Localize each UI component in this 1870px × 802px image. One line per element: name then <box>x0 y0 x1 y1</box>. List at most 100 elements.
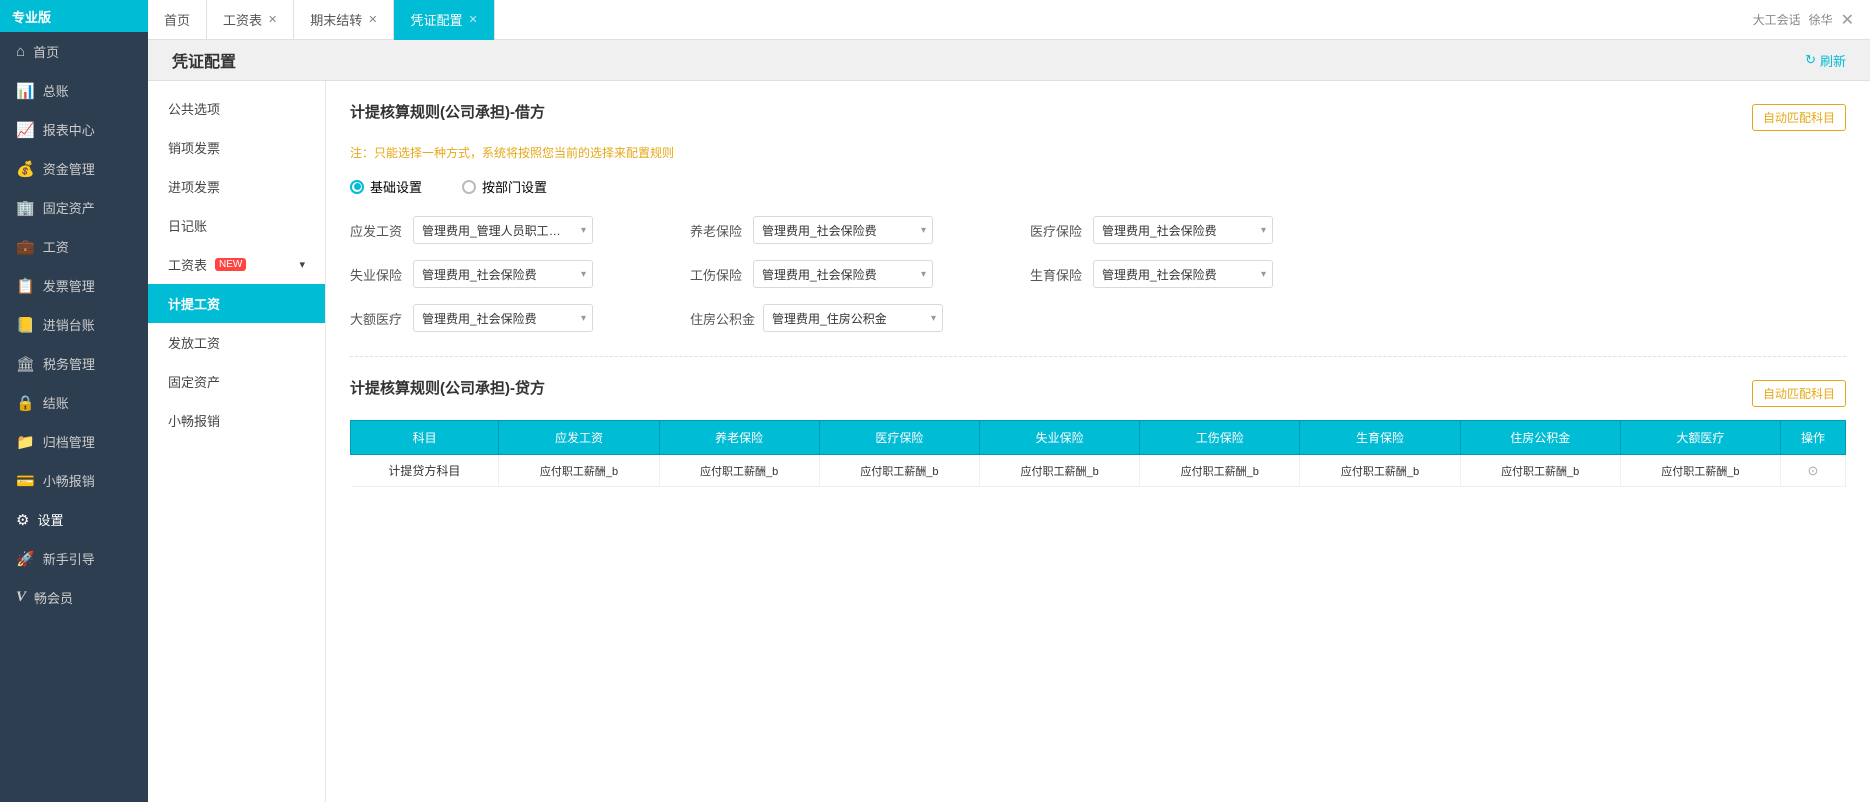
field-select-gongshang[interactable]: 管理费用_社会保险费 ▾ <box>753 260 933 288</box>
field-select-yingfa-gongzi[interactable]: 管理费用_管理人员职工薪酬 ▾ <box>413 216 593 244</box>
field-label-yiliao: 医疗保险 <box>1030 221 1085 240</box>
td-col5: 应付职工薪酬_b <box>1140 455 1300 487</box>
close-window-btn[interactable]: ✕ <box>1841 10 1854 30</box>
th-action: 操作 <box>1781 421 1846 455</box>
edit-icon[interactable]: ⊙ <box>1808 463 1819 478</box>
chevron-down-icon-3: ▾ <box>1261 225 1266 236</box>
sidebar-item-invoice-mgmt[interactable]: 📋 发票管理 <box>0 266 148 305</box>
sidebar-label-settings: 设置 <box>37 510 63 529</box>
tab-salary-table-label: 工资表 <box>223 10 262 29</box>
brand-logo: 专业版 <box>0 0 148 32</box>
refresh-button[interactable]: ↻ 刷新 <box>1805 51 1846 70</box>
th-yanglao: 养老保险 <box>659 421 819 455</box>
field-select-shengyu[interactable]: 管理费用_社会保险费 ▾ <box>1093 260 1273 288</box>
sidebar-item-fixed-assets[interactable]: 🏢 固定资产 <box>0 188 148 227</box>
nav-purchase-invoice[interactable]: 进项发票 <box>148 167 325 206</box>
tab-voucher-config-label: 凭证配置 <box>410 10 462 29</box>
radio-basic-circle <box>350 180 364 194</box>
td-col4: 应付职工薪酬_b <box>979 455 1139 487</box>
guide-icon: 🚀 <box>16 550 35 568</box>
nav-accrual-salary[interactable]: 计提工资 <box>148 284 325 323</box>
nav-pay-salary[interactable]: 发放工资 <box>148 323 325 362</box>
sidebar-item-fund-mgmt[interactable]: 💰 资金管理 <box>0 149 148 188</box>
tab-salary-table[interactable]: 工资表 ✕ <box>207 0 294 40</box>
sidebar-label-invoice-mgmt: 发票管理 <box>43 276 95 295</box>
nav-fixed-assets-sub[interactable]: 固定资产 <box>148 362 325 401</box>
tab-home[interactable]: 首页 <box>148 0 207 40</box>
new-badge: NEW <box>215 258 246 271</box>
field-group-yingfa-gongzi: 应发工资 管理费用_管理人员职工薪酬 ▾ <box>350 216 650 244</box>
td-col8-value: 应付职工薪酬_b <box>1661 466 1739 478</box>
field-label-shiye: 失业保险 <box>350 265 405 284</box>
tab-voucher-config-close[interactable]: ✕ <box>469 13 478 26</box>
field-select-gongjijin[interactable]: 管理费用_住房公积金 ▾ <box>763 304 943 332</box>
sidebar-item-report-center[interactable]: 📈 报表中心 <box>0 110 148 149</box>
debit-field-row-1: 应发工资 管理费用_管理人员职工薪酬 ▾ 养老保险 管理费用_社会保险费 ▾ <box>350 216 1846 244</box>
sidebar-label-newbie-guide: 新手引导 <box>43 549 95 568</box>
td-action[interactable]: ⊙ <box>1781 455 1846 487</box>
page-header: 凭证配置 ↻ 刷新 <box>148 40 1870 81</box>
invoice-icon: 📋 <box>16 277 35 295</box>
credit-section-header: 计提核算规则(公司承担)-贷方 自动匹配科目 <box>350 377 1846 410</box>
nav-xiaochang-expense-sub[interactable]: 小畅报销 <box>148 401 325 440</box>
tab-period-closing[interactable]: 期末结转 ✕ <box>294 0 394 40</box>
tab-salary-table-close[interactable]: ✕ <box>268 13 277 26</box>
radio-by-dept-label: 按部门设置 <box>482 177 547 196</box>
main-area: 首页 工资表 ✕ 期末结转 ✕ 凭证配置 ✕ 大工会话 徐华 ✕ 凭证配置 ↻ … <box>148 0 1870 802</box>
tab-period-closing-close[interactable]: ✕ <box>368 13 377 26</box>
sidebar-item-general-ledger[interactable]: 📊 总账 <box>0 71 148 110</box>
th-gongjijin: 住房公积金 <box>1460 421 1620 455</box>
field-select-yanglao[interactable]: 管理费用_社会保险费 ▾ <box>753 216 933 244</box>
sidebar-item-sales-ledger[interactable]: 📒 进销台账 <box>0 305 148 344</box>
nav-purchase-invoice-label: 进项发票 <box>168 177 220 196</box>
sidebar-item-settings[interactable]: ⚙ 设置 <box>0 500 148 539</box>
field-select-daeliao[interactable]: 管理费用_社会保险费 ▾ <box>413 304 593 332</box>
credit-section: 计提核算规则(公司承担)-贷方 自动匹配科目 科目 应发工资 养老保险 医疗保险… <box>350 377 1846 487</box>
credit-auto-match-button[interactable]: 自动匹配科目 <box>1752 380 1846 407</box>
user-label: 大工会话 <box>1753 11 1801 28</box>
ledger-icon: 📊 <box>16 82 35 100</box>
td-col6-value: 应付职工薪酬_b <box>1341 466 1419 478</box>
tab-bar: 首页 工资表 ✕ 期末结转 ✕ 凭证配置 ✕ 大工会话 徐华 ✕ <box>148 0 1870 40</box>
refresh-label: 刷新 <box>1820 51 1846 70</box>
sidebar-item-newbie-guide[interactable]: 🚀 新手引导 <box>0 539 148 578</box>
debit-section: 计提核算规则(公司承担)-借方 自动匹配科目 注：只能选择一种方式，系统将按照您… <box>350 101 1846 332</box>
td-subject: 计提贷方科目 <box>351 455 499 487</box>
th-shiye: 失业保险 <box>979 421 1139 455</box>
field-select-shiye[interactable]: 管理费用_社会保险费 ▾ <box>413 260 593 288</box>
sidebar-label-xiaochang-expense: 小畅报销 <box>43 471 95 490</box>
sidebar-item-vip-member[interactable]: V 畅会员 <box>0 578 148 617</box>
field-select-yiliao[interactable]: 管理费用_社会保险费 ▾ <box>1093 216 1273 244</box>
field-group-daeliao: 大额医疗 管理费用_社会保险费 ▾ <box>350 304 650 332</box>
radio-by-dept[interactable]: 按部门设置 <box>462 177 547 196</box>
nav-public-options[interactable]: 公共选项 <box>148 89 325 128</box>
sidebar: 专业版 ⌂ 首页 📊 总账 📈 报表中心 💰 资金管理 🏢 固定资产 💼 工资 … <box>0 0 148 802</box>
debit-auto-match-button[interactable]: 自动匹配科目 <box>1752 104 1846 131</box>
radio-basic[interactable]: 基础设置 <box>350 177 422 196</box>
sidebar-label-archive: 归档管理 <box>43 432 95 451</box>
debit-field-row-3: 大额医疗 管理费用_社会保险费 ▾ 住房公积金 管理费用_住房公积金 ▾ <box>350 304 1846 332</box>
tab-voucher-config[interactable]: 凭证配置 ✕ <box>394 0 494 40</box>
left-nav: 公共选项 销项发票 进项发票 日记账 工资表 NEW ▾ 计提工资 发放工资 <box>148 81 326 802</box>
field-group-gongjijin: 住房公积金 管理费用_住房公积金 ▾ <box>690 304 990 332</box>
sidebar-item-closing[interactable]: 🔒 结账 <box>0 383 148 422</box>
sidebar-item-salary[interactable]: 💼 工资 <box>0 227 148 266</box>
td-col8: 应付职工薪酬_b <box>1620 455 1780 487</box>
nav-accrual-salary-label: 计提工资 <box>168 294 220 313</box>
vip-icon: V <box>16 589 26 606</box>
sidebar-label-fund-mgmt: 资金管理 <box>43 159 95 178</box>
sidebar-item-archive[interactable]: 📁 归档管理 <box>0 422 148 461</box>
nav-journal[interactable]: 日记账 <box>148 206 325 245</box>
sidebar-item-xiaochang-expense[interactable]: 💳 小畅报销 <box>0 461 148 500</box>
sidebar-label-general-ledger: 总账 <box>43 81 69 100</box>
sidebar-item-home[interactable]: ⌂ 首页 <box>0 32 148 71</box>
home-icon: ⌂ <box>16 43 25 60</box>
sidebar-item-tax-mgmt[interactable]: 🏛 税务管理 <box>0 344 148 383</box>
chevron-down-icon-7: ▾ <box>581 313 586 324</box>
field-group-yanglao: 养老保险 管理费用_社会保险费 ▾ <box>690 216 990 244</box>
debit-radio-group: 基础设置 按部门设置 <box>350 177 1846 196</box>
field-label-yanglao: 养老保险 <box>690 221 745 240</box>
nav-sales-invoice[interactable]: 销项发票 <box>148 128 325 167</box>
credit-table: 科目 应发工资 养老保险 医疗保险 失业保险 工伤保险 生育保险 住房公积金 大… <box>350 420 1846 487</box>
nav-salary-table[interactable]: 工资表 NEW ▾ <box>148 245 325 284</box>
